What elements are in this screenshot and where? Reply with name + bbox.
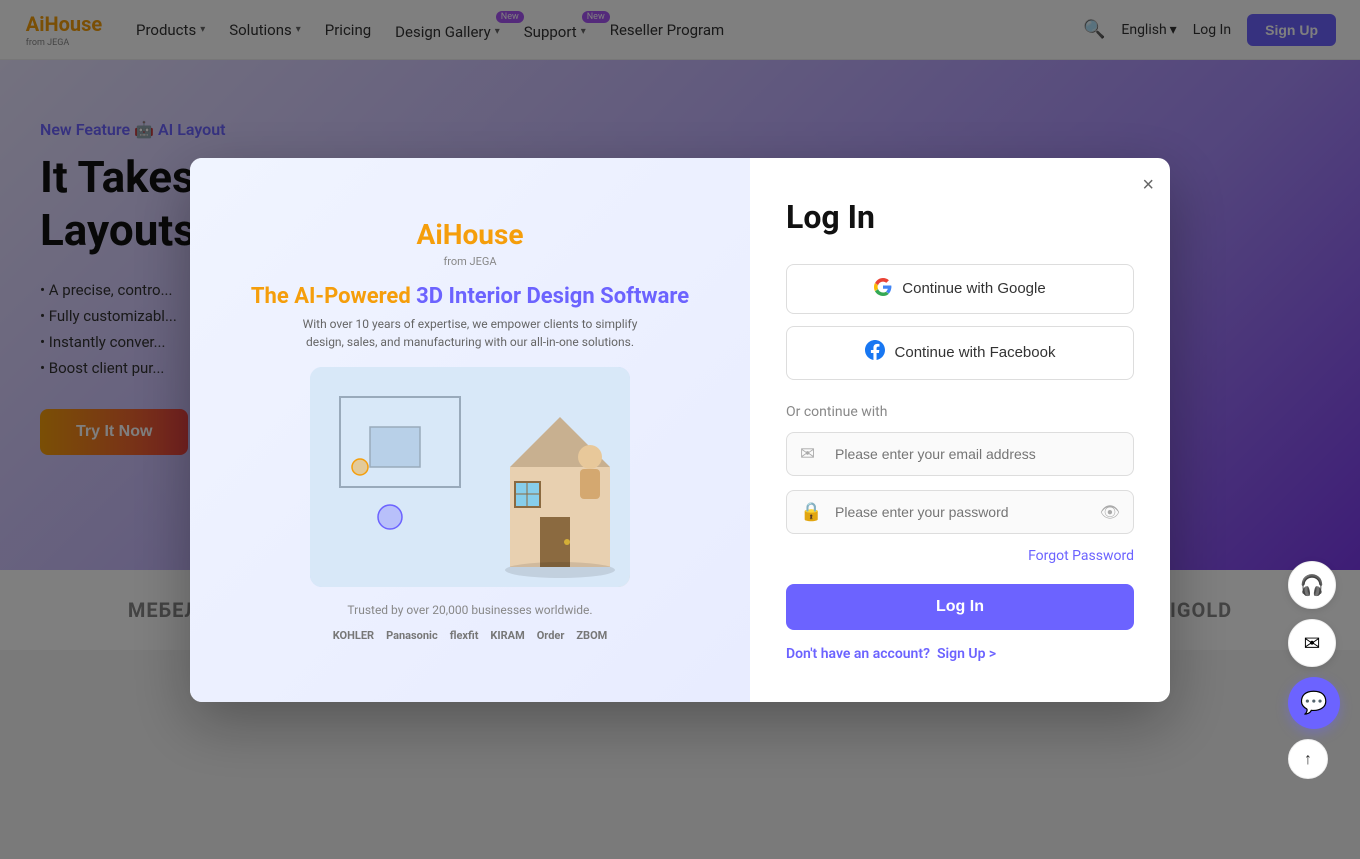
- modal-brand-kiram: KIRAM: [490, 629, 524, 642]
- headset-icon: 🎧: [1300, 573, 1325, 597]
- forgot-password-link[interactable]: Forgot Password: [786, 548, 1134, 564]
- modal-brand-kohler: KOHLER: [333, 629, 374, 642]
- email-icon: ✉: [800, 443, 815, 464]
- modal-description: With over 10 years of expertise, we empo…: [251, 315, 689, 351]
- modal-logo: AiHouse: [251, 218, 689, 251]
- modal-brand-zbom: ZBOM: [576, 629, 607, 642]
- modal-brand-order: Order: [537, 629, 565, 642]
- login-submit-button[interactable]: Log In: [786, 584, 1134, 630]
- login-modal: AiHouse from JEGA The AI-Powered 3D Inte…: [190, 158, 1170, 702]
- google-login-button[interactable]: Continue with Google: [786, 264, 1134, 314]
- chat-icon: 💬: [1300, 691, 1327, 716]
- email-input[interactable]: [786, 432, 1134, 476]
- close-button[interactable]: ×: [1142, 174, 1154, 197]
- headset-widget[interactable]: 🎧: [1288, 561, 1336, 609]
- modal-overlay[interactable]: AiHouse from JEGA The AI-Powered 3D Inte…: [0, 0, 1360, 859]
- email-input-group: ✉: [786, 432, 1134, 476]
- scroll-to-top-button[interactable]: ↑: [1288, 739, 1328, 779]
- modal-brand-panasonic: Panasonic: [386, 629, 438, 642]
- modal-logo-sub: from JEGA: [251, 255, 689, 268]
- modal-brand-logos: KOHLER Panasonic flexfit KIRAM Order ZBO…: [251, 629, 689, 642]
- signup-prompt: Don't have an account? Sign Up >: [786, 646, 1134, 662]
- or-divider: Or continue with: [786, 404, 1134, 420]
- mail-icon: ✉: [1304, 631, 1321, 655]
- mail-widget[interactable]: ✉: [1288, 619, 1336, 667]
- modal-tagline: The AI-Powered 3D Interior Design Softwa…: [251, 284, 689, 309]
- scroll-up-icon: ↑: [1304, 749, 1312, 769]
- password-input-group: 🔒 👁: [786, 490, 1134, 534]
- signup-link[interactable]: Sign Up >: [937, 646, 996, 662]
- modal-title: Log In: [786, 198, 1134, 236]
- modal-trusted-text: Trusted by over 20,000 businesses worldw…: [251, 603, 689, 617]
- chat-main-widget[interactable]: 💬: [1288, 677, 1340, 729]
- modal-right-panel: × Log In Continue with Google: [750, 158, 1170, 702]
- modal-brand-flexfit: flexfit: [450, 629, 479, 642]
- modal-left-panel: AiHouse from JEGA The AI-Powered 3D Inte…: [190, 158, 750, 702]
- facebook-icon: [865, 340, 885, 366]
- google-icon: [874, 278, 892, 300]
- modal-illustration: [310, 367, 630, 587]
- chat-widgets: 🎧 ✉ 💬 ↑: [1288, 561, 1340, 779]
- eye-toggle-icon[interactable]: 👁: [1100, 502, 1120, 521]
- facebook-login-button[interactable]: Continue with Facebook: [786, 326, 1134, 380]
- lock-icon: 🔒: [800, 501, 822, 522]
- password-input[interactable]: [786, 490, 1134, 534]
